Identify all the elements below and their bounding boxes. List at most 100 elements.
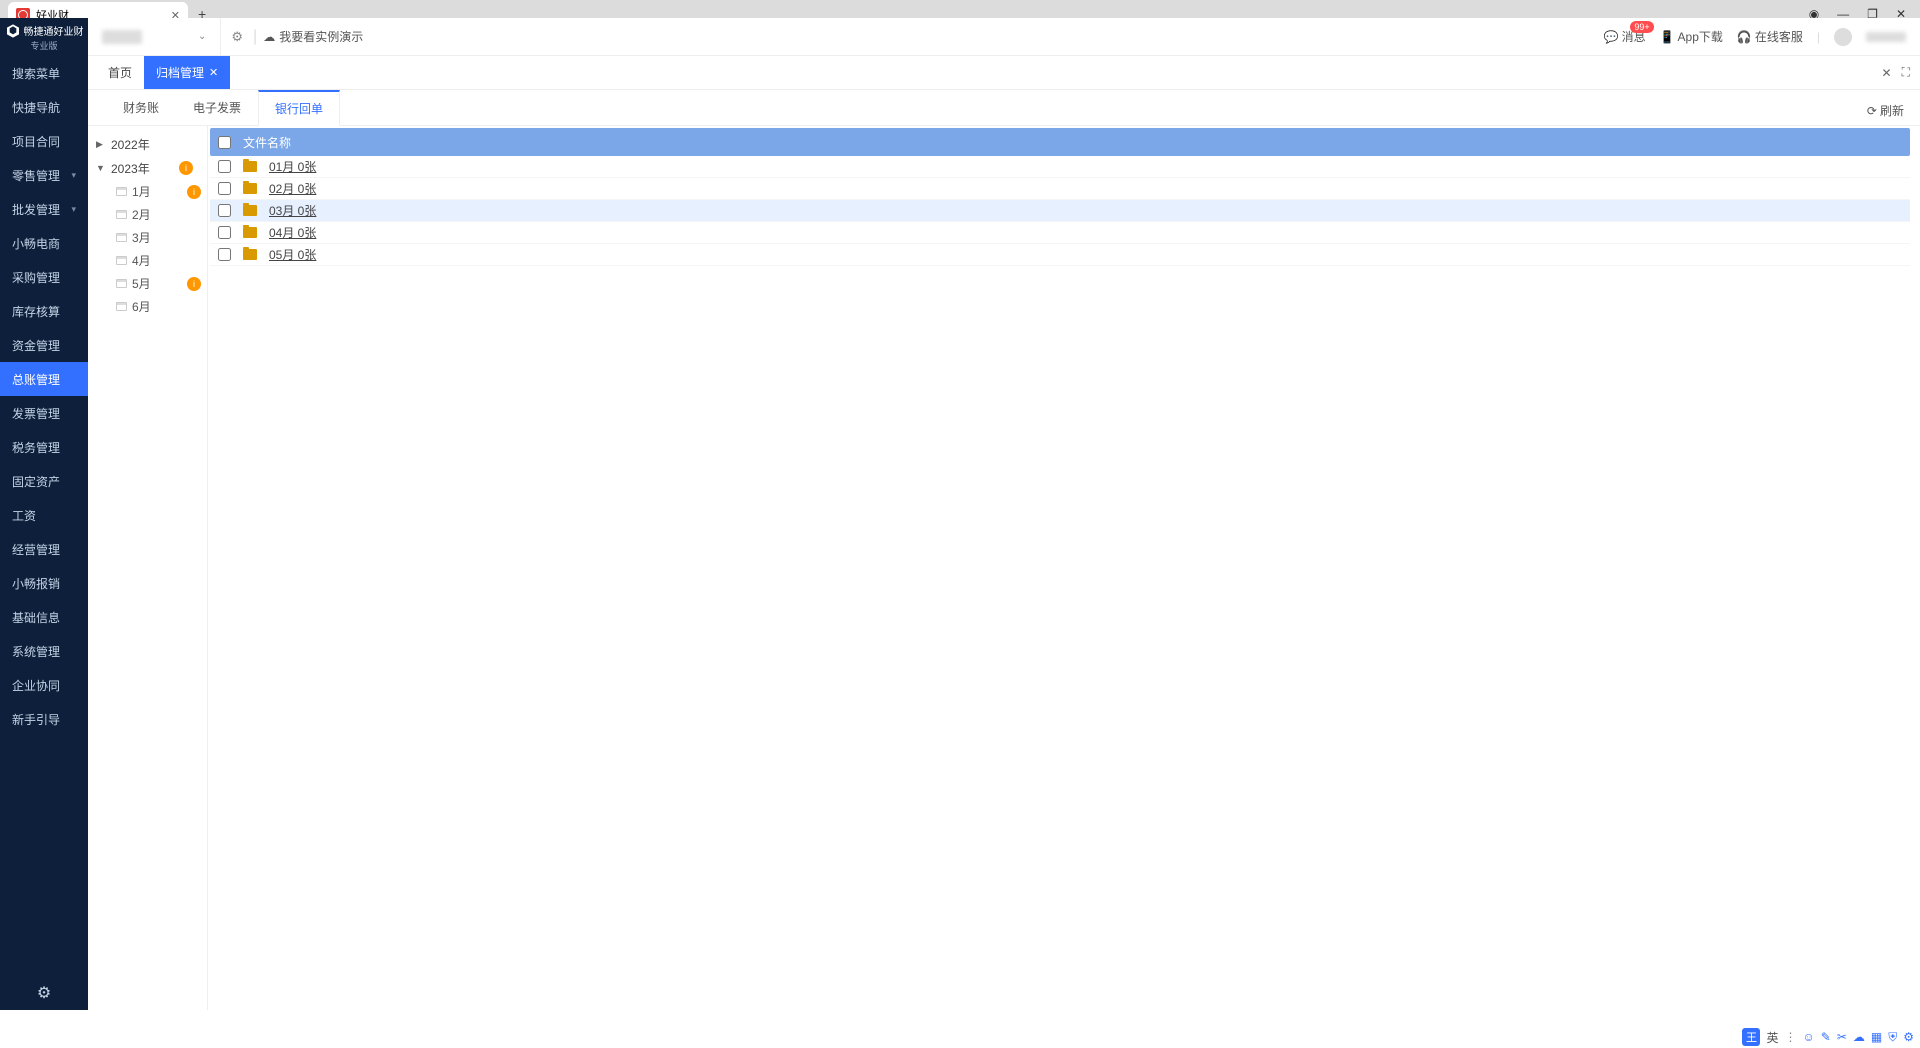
tree-month-label: 5月 [132, 275, 151, 292]
file-row[interactable]: 04月 0张 [210, 222, 1910, 244]
sidebar-item-企业协同[interactable]: 企业协同 [0, 668, 88, 702]
file-name-link[interactable]: 05月 0张 [269, 246, 316, 263]
sidebar-item-库存核算[interactable]: 库存核算 [0, 294, 88, 328]
logo-text: 畅捷通好业财 [24, 23, 84, 38]
folder-icon [116, 302, 127, 311]
file-row[interactable]: 01月 0张 [210, 156, 1910, 178]
fullscreen-icon[interactable]: ⛶ [1902, 65, 1910, 80]
folder-icon [116, 233, 127, 242]
close-icon[interactable]: ✕ [209, 66, 218, 79]
online-service-button[interactable]: 🎧 在线客服 [1737, 28, 1803, 45]
sub-tab-电子发票[interactable]: 电子发票 [176, 90, 258, 125]
file-name-link[interactable]: 03月 0张 [269, 202, 316, 219]
sidebar-item-label: 采购管理 [12, 269, 60, 286]
service-label: 在线客服 [1755, 28, 1803, 45]
row-checkbox[interactable] [218, 248, 231, 261]
sidebar-item-快捷导航[interactable]: 快捷导航 [0, 90, 88, 124]
sub-tab-银行回单[interactable]: 银行回单 [258, 90, 340, 126]
taskbar-icon[interactable]: ⋮ [1784, 1030, 1796, 1044]
demo-link[interactable]: ☁ 我要看实例演示 [263, 28, 363, 45]
tree-month-2月[interactable]: 2月 [88, 203, 207, 226]
row-checkbox[interactable] [218, 160, 231, 173]
download-label: App下载 [1678, 28, 1723, 45]
tree-month-1月[interactable]: 1月i [88, 180, 207, 203]
ime-indicator[interactable]: 王 [1742, 1028, 1760, 1046]
sidebar-item-经营管理[interactable]: 经营管理 [0, 532, 88, 566]
alert-badge: i [187, 185, 201, 199]
row-checkbox[interactable] [218, 226, 231, 239]
sidebar-item-固定资产[interactable]: 固定资产 [0, 464, 88, 498]
folder-icon [243, 249, 257, 260]
sidebar-item-新手引导[interactable]: 新手引导 [0, 702, 88, 736]
tree-month-6月[interactable]: 6月 [88, 295, 207, 318]
tab-label: 归档管理 [156, 64, 204, 81]
shield-icon[interactable]: ⛨ [1888, 1030, 1897, 1045]
row-checkbox[interactable] [218, 182, 231, 195]
scissors-icon[interactable]: ✂ [1837, 1030, 1847, 1044]
file-row[interactable]: 05月 0张 [210, 244, 1910, 266]
file-name-link[interactable]: 04月 0张 [269, 224, 316, 241]
sidebar-item-label: 小畅报销 [12, 575, 60, 592]
app-download-button[interactable]: 📱 App下载 [1660, 28, 1723, 45]
refresh-label: 刷新 [1880, 102, 1904, 119]
alert-badge: i [179, 161, 193, 175]
tree-month-4月[interactable]: 4月 [88, 249, 207, 272]
sidebar-item-资金管理[interactable]: 资金管理 [0, 328, 88, 362]
sidebar-item-零售管理[interactable]: 零售管理▾ [0, 158, 88, 192]
folder-icon [116, 210, 127, 219]
os-taskbar: 王 英 ⋮ ☺ ✎ ✂ ☁ ▦ ⛨ ⚙ [1742, 1028, 1914, 1046]
headset-icon: 🎧 [1737, 30, 1752, 44]
demo-link-label: 我要看实例演示 [279, 28, 363, 45]
sidebar-item-项目合同[interactable]: 项目合同 [0, 124, 88, 158]
settings-icon[interactable]: ⚙ [1903, 1030, 1914, 1044]
sidebar-item-总账管理[interactable]: 总账管理 [0, 362, 88, 396]
alert-badge: i [187, 277, 201, 291]
tab-归档管理[interactable]: 归档管理 ✕ [144, 56, 230, 89]
close-all-tabs-icon[interactable]: ✕ [1882, 66, 1892, 80]
sidebar-item-工资[interactable]: 工资 [0, 498, 88, 532]
grid-icon[interactable]: ▦ [1871, 1030, 1882, 1044]
phone-icon: 📱 [1660, 30, 1675, 44]
folder-icon [243, 183, 257, 194]
sidebar-item-小畅报销[interactable]: 小畅报销 [0, 566, 88, 600]
tree-year-label: 2022年 [111, 136, 150, 153]
avatar[interactable] [1834, 28, 1852, 46]
select-all-checkbox[interactable] [218, 136, 231, 149]
tree-month-5月[interactable]: 5月 i [88, 272, 207, 295]
messages-button[interactable]: 💬 消息 99+ [1604, 28, 1646, 45]
tree-year-2023年[interactable]: ▼2023年i [88, 156, 207, 180]
sidebar-item-label: 资金管理 [12, 337, 60, 354]
sidebar-item-基础信息[interactable]: 基础信息 [0, 600, 88, 634]
lang-indicator[interactable]: 英 [1766, 1029, 1778, 1046]
sidebar-item-批发管理[interactable]: 批发管理▾ [0, 192, 88, 226]
tree-year-2022年[interactable]: ▶2022年 [88, 132, 207, 156]
logo-icon [5, 23, 21, 39]
file-row[interactable]: 03月 0张 [210, 200, 1910, 222]
sidebar-item-税务管理[interactable]: 税务管理 [0, 430, 88, 464]
company-selector[interactable]: ⌄ [88, 18, 221, 55]
app-logo: 畅捷通好业财 专业版 [0, 18, 88, 56]
edit-icon[interactable]: ✎ [1821, 1030, 1831, 1044]
file-name-link[interactable]: 02月 0张 [269, 180, 316, 197]
sidebar-item-系统管理[interactable]: 系统管理 [0, 634, 88, 668]
file-row[interactable]: 02月 0张 [210, 178, 1910, 200]
sidebar-item-label: 经营管理 [12, 541, 60, 558]
file-name-link[interactable]: 01月 0张 [269, 158, 316, 175]
file-table-header: 文件名称 [210, 128, 1910, 156]
refresh-button[interactable]: ⟳ 刷新 [1867, 102, 1920, 125]
sidebar-item-小畅电商[interactable]: 小畅电商 [0, 226, 88, 260]
tab-首页[interactable]: 首页 [96, 56, 144, 89]
username-redacted [1866, 32, 1906, 42]
logo-subtitle: 专业版 [30, 39, 57, 52]
sidebar-item-label: 基础信息 [12, 609, 60, 626]
settings-button[interactable]: ⚙ [0, 976, 88, 1010]
cloud-sync-icon[interactable]: ☁ [1853, 1030, 1865, 1044]
sub-tab-财务账[interactable]: 财务账 [106, 90, 176, 125]
gear-icon[interactable]: ⚙ [231, 29, 243, 45]
sidebar-item-搜索菜单[interactable]: 搜索菜单 [0, 56, 88, 90]
sidebar-item-发票管理[interactable]: 发票管理 [0, 396, 88, 430]
tree-month-3月[interactable]: 3月 [88, 226, 207, 249]
row-checkbox[interactable] [218, 204, 231, 217]
emoji-icon[interactable]: ☺ [1802, 1030, 1814, 1044]
sidebar-item-采购管理[interactable]: 采购管理 [0, 260, 88, 294]
